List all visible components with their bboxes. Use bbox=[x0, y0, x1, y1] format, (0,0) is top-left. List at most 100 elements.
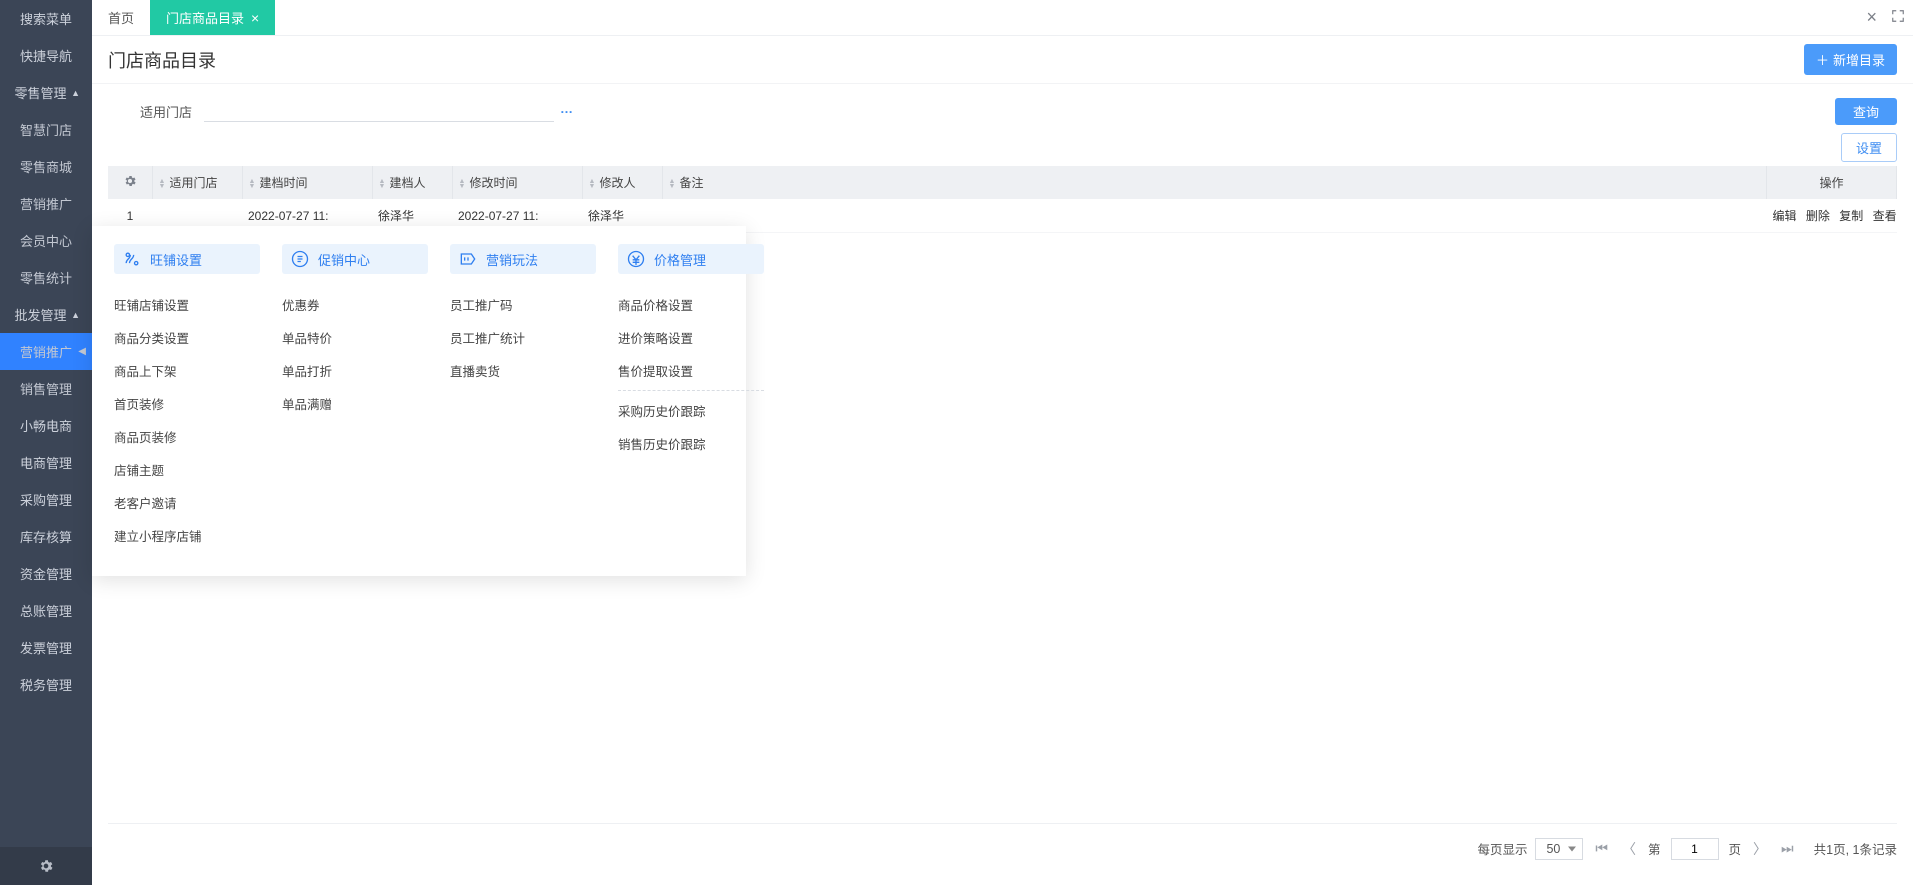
filter-store-label: 适用门店 bbox=[140, 98, 192, 121]
flyout-item[interactable]: 旺铺店铺设置 bbox=[114, 288, 260, 321]
sidebar-rest-6[interactable]: 发票管理 bbox=[0, 629, 92, 666]
flyout-col-shop: 旺铺设置 旺铺店铺设置 商品分类设置 商品上下架 首页装修 商品页装修 店铺主题… bbox=[114, 244, 260, 552]
sidebar-rest-2[interactable]: 采购管理 bbox=[0, 481, 92, 518]
sidebar-retail-3[interactable]: 会员中心 bbox=[0, 222, 92, 259]
sidebar-rest-0[interactable]: 小畅电商 bbox=[0, 407, 92, 444]
page-input[interactable] bbox=[1671, 838, 1719, 860]
sidebar-wholesale-1[interactable]: 销售管理 bbox=[0, 370, 92, 407]
close-all-icon[interactable]: × bbox=[1866, 7, 1877, 28]
cell-remark bbox=[662, 199, 1767, 233]
th-remark[interactable]: ▲▼备注 bbox=[662, 166, 1767, 199]
flyout-item[interactable]: 首页装修 bbox=[114, 387, 260, 420]
gear-icon bbox=[38, 858, 54, 874]
row-delete[interactable]: 删除 bbox=[1806, 209, 1830, 223]
flyout-item[interactable]: 店铺主题 bbox=[114, 453, 260, 486]
sidebar-retail-4[interactable]: 零售统计 bbox=[0, 259, 92, 296]
query-button[interactable]: 查询 bbox=[1835, 98, 1897, 125]
close-icon[interactable]: × bbox=[251, 11, 259, 25]
sidebar-rest-7[interactable]: 税务管理 bbox=[0, 666, 92, 703]
sidebar-rest-5[interactable]: 总账管理 bbox=[0, 592, 92, 629]
flyout-divider bbox=[618, 390, 764, 391]
pager-prev-icon[interactable]: 〈 bbox=[1620, 839, 1638, 859]
sidebar-rest-1[interactable]: 电商管理 bbox=[0, 444, 92, 481]
flyout-header-promo: 促销中心 bbox=[282, 244, 428, 274]
sidebar-retail-2[interactable]: 营销推广 bbox=[0, 185, 92, 222]
th-actions: 操作 bbox=[1767, 166, 1897, 199]
th-ctime[interactable]: ▲▼建档时间 bbox=[242, 166, 372, 199]
flyout-item[interactable]: 售价提取设置 bbox=[618, 354, 764, 387]
sidebar-rest-4[interactable]: 资金管理 bbox=[0, 555, 92, 592]
flyout-col-play: 营销玩法 员工推广码 员工推广统计 直播卖货 bbox=[450, 244, 596, 552]
cell-actions: 编辑 删除 复制 查看 bbox=[1767, 199, 1897, 233]
sidebar-retail[interactable]: 零售管理▲ bbox=[0, 74, 92, 111]
flyout-item[interactable]: 商品价格设置 bbox=[618, 288, 764, 321]
flyout-header-price: 价格管理 bbox=[618, 244, 764, 274]
pager-pre-label: 第 bbox=[1648, 839, 1661, 858]
settings-button[interactable]: 设置 bbox=[1841, 133, 1897, 162]
sidebar-retail-1[interactable]: 零售商城 bbox=[0, 148, 92, 185]
th-cby[interactable]: ▲▼建档人 bbox=[372, 166, 452, 199]
flyout-col-promo: 促销中心 优惠券 单品特价 单品打折 单品满赠 bbox=[282, 244, 428, 552]
caret-right-icon: ◀ bbox=[78, 346, 86, 357]
gear-icon bbox=[123, 174, 137, 188]
tab-active[interactable]: 门店商品目录× bbox=[150, 0, 275, 35]
flyout-item[interactable]: 直播卖货 bbox=[450, 354, 596, 387]
sort-icon: ▲▼ bbox=[669, 179, 676, 189]
row-copy[interactable]: 复制 bbox=[1839, 209, 1863, 223]
pager-first-icon[interactable]: ⏮ bbox=[1593, 840, 1610, 857]
sidebar-retail-0[interactable]: 智慧门店 bbox=[0, 111, 92, 148]
page-header: 门店商品目录 ＋ 新增目录 bbox=[92, 36, 1913, 84]
flyout-item[interactable]: 老客户邀请 bbox=[114, 486, 260, 519]
flyout-item[interactable]: 商品页装修 bbox=[114, 420, 260, 453]
flyout-item[interactable]: 销售历史价跟踪 bbox=[618, 427, 764, 460]
sidebar-search[interactable]: 搜索菜单 bbox=[0, 0, 92, 37]
plus-icon: ＋ bbox=[1816, 50, 1829, 69]
sidebar: 搜索菜单 快捷导航 零售管理▲ 智慧门店 零售商城 营销推广 会员中心 零售统计… bbox=[0, 0, 92, 885]
row-edit[interactable]: 编辑 bbox=[1773, 209, 1797, 223]
th-mby[interactable]: ▲▼修改人 bbox=[582, 166, 662, 199]
pager-summary: 共1页, 1条记录 bbox=[1814, 839, 1897, 858]
page-size-select[interactable]: 50 bbox=[1535, 838, 1583, 860]
row-view[interactable]: 查看 bbox=[1873, 209, 1897, 223]
table-footer: 每页显示 50 ⏮ 〈 第 页 〉 ⏭ 共1页, 1条记录 bbox=[108, 823, 1897, 863]
pager-next-icon[interactable]: 〉 bbox=[1751, 839, 1769, 859]
flyout-header-shop: 旺铺设置 bbox=[114, 244, 260, 274]
pager-last-icon[interactable]: ⏭ bbox=[1779, 840, 1796, 857]
flyout-item[interactable]: 商品分类设置 bbox=[114, 321, 260, 354]
sidebar-wholesale[interactable]: 批发管理▲ bbox=[0, 296, 92, 333]
price-icon bbox=[626, 249, 646, 269]
th-mtime[interactable]: ▲▼修改时间 bbox=[452, 166, 582, 199]
flyout-item[interactable]: 建立小程序店铺 bbox=[114, 519, 260, 552]
sort-icon: ▲▼ bbox=[249, 179, 256, 189]
th-store[interactable]: ▲▼适用门店 bbox=[152, 166, 242, 199]
data-table: ▲▼适用门店 ▲▼建档时间 ▲▼建档人 ▲▼修改时间 ▲▼修改人 ▲▼备注 操作… bbox=[108, 166, 1897, 233]
filter-store-input[interactable] bbox=[204, 98, 554, 122]
promo-icon bbox=[290, 249, 310, 269]
fullscreen-icon[interactable] bbox=[1891, 9, 1905, 26]
flyout-item[interactable]: 单品特价 bbox=[282, 321, 428, 354]
flyout-item[interactable]: 单品打折 bbox=[282, 354, 428, 387]
sidebar-settings[interactable] bbox=[0, 847, 92, 885]
sidebar-wholesale-children: 营销推广◀ 销售管理 bbox=[0, 333, 92, 407]
sidebar-rest-3[interactable]: 库存核算 bbox=[0, 518, 92, 555]
add-catalog-label: 新增目录 bbox=[1833, 50, 1885, 69]
sidebar-wholesale-0[interactable]: 营销推广◀ bbox=[0, 333, 92, 370]
flyout-item[interactable]: 进价策略设置 bbox=[618, 321, 764, 354]
add-catalog-button[interactable]: ＋ 新增目录 bbox=[1804, 44, 1897, 75]
flyout-item[interactable]: 优惠券 bbox=[282, 288, 428, 321]
sort-icon: ▲▼ bbox=[459, 179, 466, 189]
filter-store-more[interactable]: … bbox=[560, 98, 574, 116]
sort-icon: ▲▼ bbox=[159, 179, 166, 189]
flyout-item[interactable]: 员工推广码 bbox=[450, 288, 596, 321]
th-settings[interactable] bbox=[108, 166, 152, 199]
flyout-item[interactable]: 采购历史价跟踪 bbox=[618, 394, 764, 427]
caret-up-icon: ▲ bbox=[71, 88, 80, 98]
flyout-item[interactable]: 员工推广统计 bbox=[450, 321, 596, 354]
sidebar-retail-children: 智慧门店 零售商城 营销推广 会员中心 零售统计 bbox=[0, 111, 92, 296]
tab-home[interactable]: 首页 bbox=[92, 0, 150, 35]
flyout-item[interactable]: 商品上下架 bbox=[114, 354, 260, 387]
sidebar-quick[interactable]: 快捷导航 bbox=[0, 37, 92, 74]
sort-icon: ▲▼ bbox=[589, 179, 596, 189]
marketing-flyout: 旺铺设置 旺铺店铺设置 商品分类设置 商品上下架 首页装修 商品页装修 店铺主题… bbox=[92, 226, 746, 576]
flyout-item[interactable]: 单品满赠 bbox=[282, 387, 428, 420]
